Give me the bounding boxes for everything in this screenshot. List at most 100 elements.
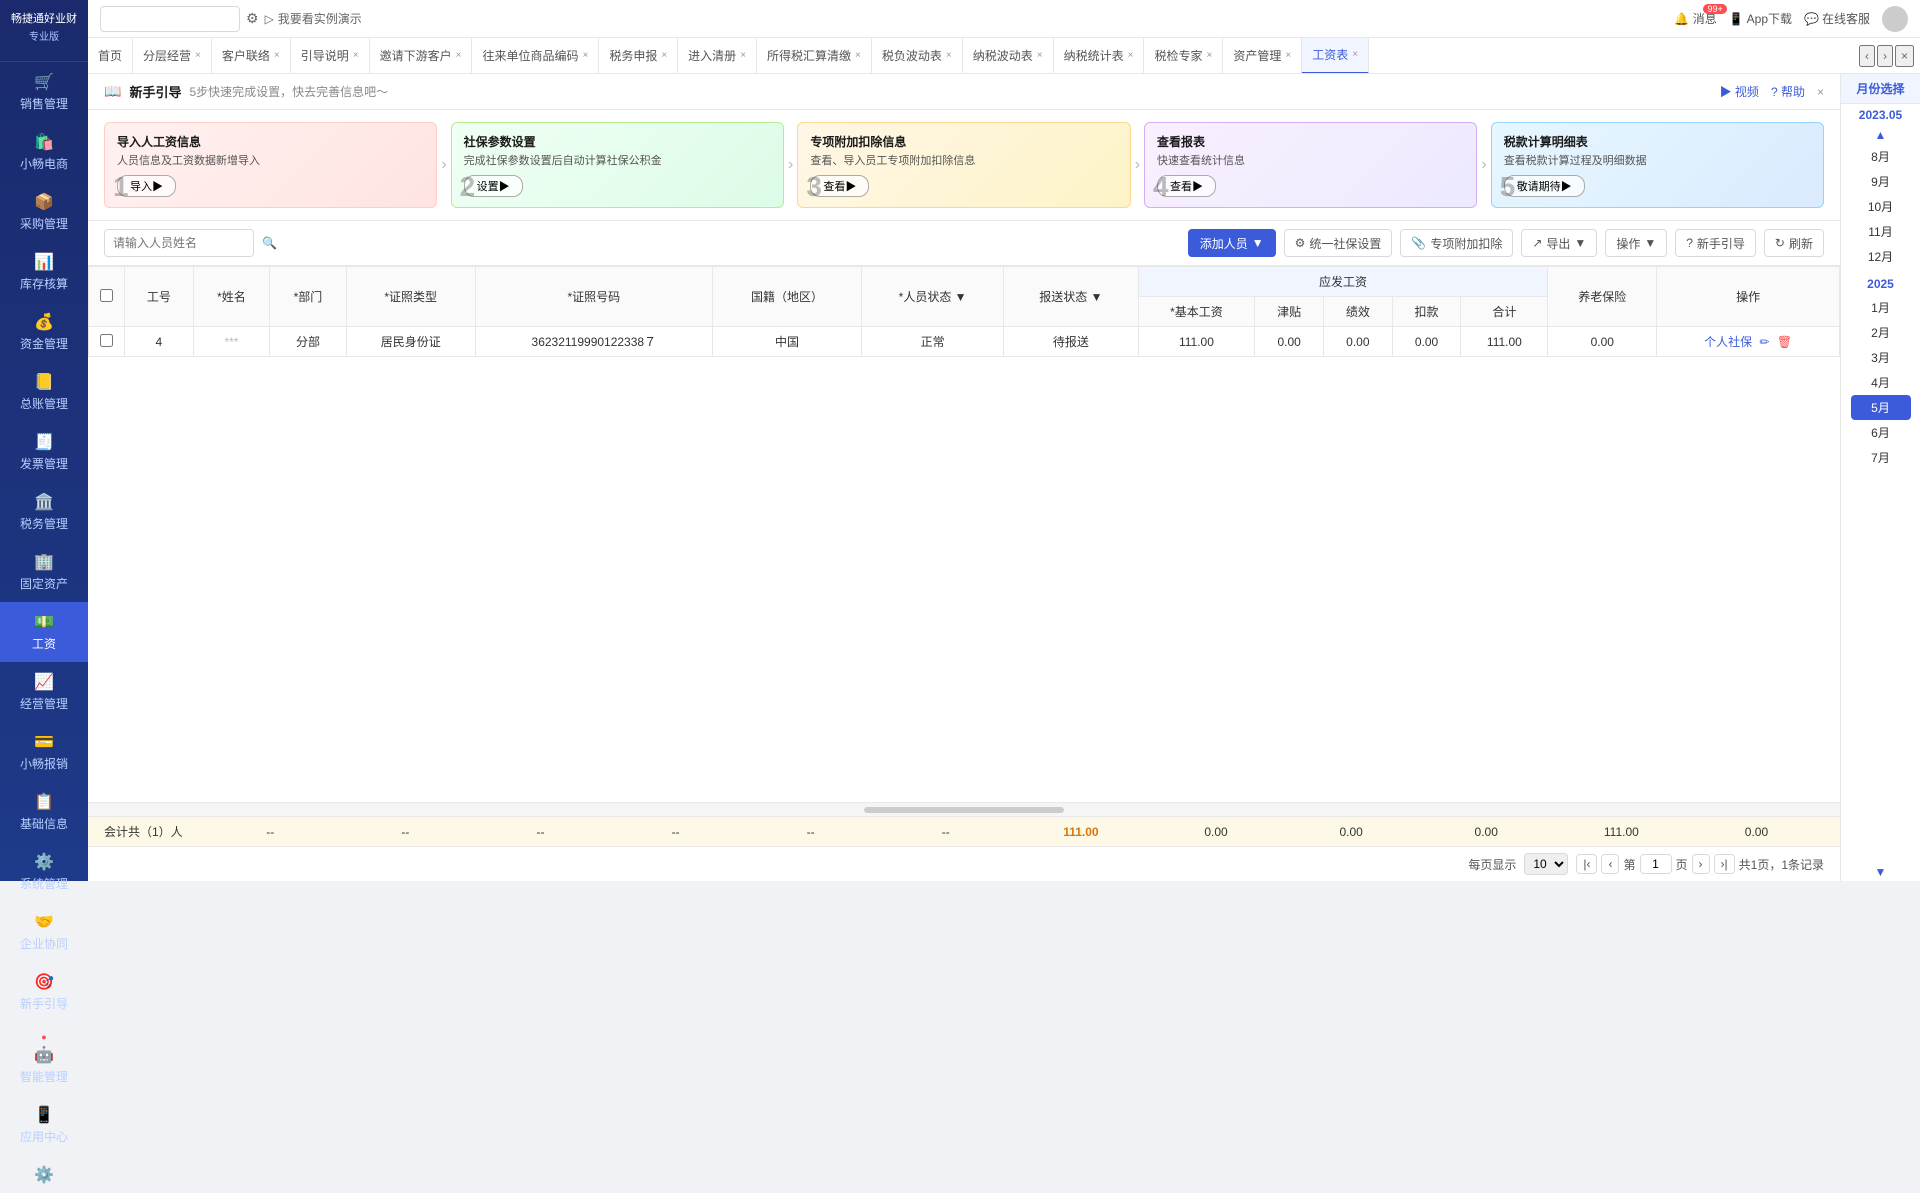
sidebar-item-salary[interactable]: 💵 工资	[0, 602, 88, 662]
close-icon[interactable]: ×	[661, 50, 667, 61]
sidebar-item-ai[interactable]: ● 🤖 智能管理	[0, 1022, 88, 1095]
sidebar-item-basic-info[interactable]: 📋 基础信息	[0, 782, 88, 842]
app-download-button[interactable]: 📱 App下载	[1729, 10, 1792, 27]
sidebar-item-invoice[interactable]: 🧾 发票管理	[0, 422, 88, 482]
tab-close-all-button[interactable]: ×	[1895, 45, 1914, 67]
search-icon[interactable]: 🔍	[262, 236, 277, 250]
tab-tax-expert[interactable]: 税检专家 ×	[1144, 38, 1223, 74]
edit-icon[interactable]: ✏	[1759, 335, 1769, 349]
tab-tax-stats[interactable]: 纳税统计表 ×	[1054, 38, 1145, 74]
sidebar-item-ledger[interactable]: 📒 总账管理	[0, 362, 88, 422]
month-scroll-down[interactable]: ▼	[1841, 863, 1920, 881]
month-8[interactable]: 8月	[1851, 144, 1911, 169]
tab-next-button[interactable]: ›	[1877, 45, 1893, 67]
delete-icon[interactable]: 🗑	[1777, 335, 1792, 349]
month-1[interactable]: 1月	[1851, 295, 1911, 320]
month-4[interactable]: 4月	[1851, 370, 1911, 395]
sidebar-item-apps[interactable]: 📱 应用中心	[0, 1095, 88, 1155]
month-5[interactable]: 5月	[1851, 395, 1911, 420]
month-12[interactable]: 12月	[1851, 244, 1911, 269]
sidebar-item-management[interactable]: 📈 经营管理	[0, 662, 88, 722]
sidebar-item-sales[interactable]: 🛒 销售管理	[0, 62, 88, 122]
close-icon[interactable]: ×	[582, 50, 588, 61]
tab-tax-report[interactable]: 税务申报 ×	[599, 38, 678, 74]
month-6[interactable]: 6月	[1851, 420, 1911, 445]
sidebar-item-purchase[interactable]: 📦 采购管理	[0, 182, 88, 242]
tab-layered[interactable]: 分层经营 ×	[133, 38, 212, 74]
notice-button[interactable]: 🔔 消息 99+	[1674, 10, 1716, 27]
video-link[interactable]: ▶ 视频	[1720, 83, 1759, 100]
horizontal-scrollbar[interactable]	[88, 802, 1840, 816]
close-icon[interactable]: ×	[1037, 50, 1043, 61]
sidebar-settings-button[interactable]: ⚙️	[0, 1155, 88, 1193]
demo-link[interactable]: ▷ 我要看实例演示	[265, 10, 362, 27]
tab-clearance[interactable]: 进入清册 ×	[678, 38, 757, 74]
help-link[interactable]: ? 帮助	[1771, 83, 1805, 100]
month-11[interactable]: 11月	[1851, 219, 1911, 244]
last-page-button[interactable]: ›|	[1714, 854, 1735, 874]
gear-icon[interactable]: ⚙	[246, 10, 259, 27]
close-icon[interactable]: ×	[274, 50, 280, 61]
close-icon[interactable]: ×	[353, 50, 359, 61]
unified-settings-button[interactable]: ⚙ 统一社保设置	[1284, 229, 1393, 257]
select-all-checkbox[interactable]	[100, 289, 113, 302]
sidebar-item-tax[interactable]: 🏛️ 税务管理	[0, 482, 88, 542]
tab-label: 税务申报	[609, 47, 657, 64]
tab-home[interactable]: 首页	[88, 38, 133, 74]
deduction-button[interactable]: 📎 专项附加扣除	[1400, 229, 1513, 257]
personal-insurance-link[interactable]: 个人社保	[1704, 335, 1752, 349]
month-10[interactable]: 10月	[1851, 194, 1911, 219]
month-2[interactable]: 2月	[1851, 320, 1911, 345]
sidebar-item-finance[interactable]: 💰 资金管理	[0, 302, 88, 362]
guide-close-button[interactable]: ×	[1817, 85, 1824, 99]
company-input[interactable]	[100, 6, 240, 32]
row-check[interactable]	[100, 334, 113, 347]
tab-tax-burden[interactable]: 税负波动表 ×	[872, 38, 963, 74]
page-size-select[interactable]: 10 20 50	[1524, 853, 1568, 875]
month-scroll-up[interactable]: ▲	[1841, 126, 1920, 144]
month-3[interactable]: 3月	[1851, 345, 1911, 370]
add-employee-button[interactable]: 添加人员 ▼	[1188, 229, 1276, 257]
search-input[interactable]	[104, 229, 254, 257]
close-icon[interactable]: ×	[740, 50, 746, 61]
tab-guide-desc[interactable]: 引导说明 ×	[291, 38, 370, 74]
online-service-text: 在线客服	[1822, 10, 1870, 27]
close-icon[interactable]: ×	[456, 50, 462, 61]
user-avatar[interactable]	[1882, 6, 1908, 32]
step-5-button[interactable]: 敬请期待▶	[1504, 175, 1585, 197]
page-input[interactable]	[1640, 854, 1672, 874]
tab-customer[interactable]: 客户联络 ×	[212, 38, 291, 74]
sidebar-item-inventory[interactable]: 📊 库存核算	[0, 242, 88, 302]
sidebar-item-ecommerce[interactable]: 🛍️ 小畅电商	[0, 122, 88, 182]
operations-button[interactable]: 操作 ▼	[1605, 229, 1667, 257]
tab-prev-button[interactable]: ‹	[1859, 45, 1875, 67]
close-icon[interactable]: ×	[1128, 50, 1134, 61]
tab-invite[interactable]: 邀请下游客户 ×	[370, 38, 473, 74]
sidebar-item-guide[interactable]: 🎯 新手引导	[0, 962, 88, 1022]
tab-income-tax[interactable]: 所得税汇算清缴 ×	[757, 38, 872, 74]
sidebar-item-collab[interactable]: 🤝 企业协同	[0, 902, 88, 962]
sidebar-item-system[interactable]: ⚙️ 系统管理	[0, 842, 88, 902]
export-button[interactable]: ↗ 导出 ▼	[1521, 229, 1597, 257]
close-icon[interactable]: ×	[1352, 49, 1358, 60]
close-icon[interactable]: ×	[195, 50, 201, 61]
close-icon[interactable]: ×	[1285, 50, 1291, 61]
prev-page-button[interactable]: ‹	[1601, 854, 1619, 874]
close-icon[interactable]: ×	[855, 50, 861, 61]
tab-product-code[interactable]: 往来单位商品编码 ×	[472, 38, 599, 74]
refresh-button[interactable]: ↻ 刷新	[1764, 229, 1824, 257]
close-icon[interactable]: ×	[946, 50, 952, 61]
close-icon[interactable]: ×	[1206, 50, 1212, 61]
tab-salary[interactable]: 工资表 ×	[1302, 38, 1369, 74]
month-9[interactable]: 9月	[1851, 169, 1911, 194]
tab-assets[interactable]: 资产管理 ×	[1223, 38, 1302, 74]
tab-tax-wave[interactable]: 纳税波动表 ×	[963, 38, 1054, 74]
month-7[interactable]: 7月	[1851, 445, 1911, 470]
online-service-button[interactable]: 💬 在线客服	[1804, 10, 1870, 27]
guide-button[interactable]: ? 新手引导	[1675, 229, 1756, 257]
first-page-button[interactable]: |‹	[1576, 854, 1597, 874]
next-page-button[interactable]: ›	[1692, 854, 1710, 874]
sidebar-item-expense[interactable]: 💳 小畅报销	[0, 722, 88, 782]
sidebar-item-assets[interactable]: 🏢 固定资产	[0, 542, 88, 602]
scrollbar-thumb[interactable]	[864, 807, 1064, 813]
